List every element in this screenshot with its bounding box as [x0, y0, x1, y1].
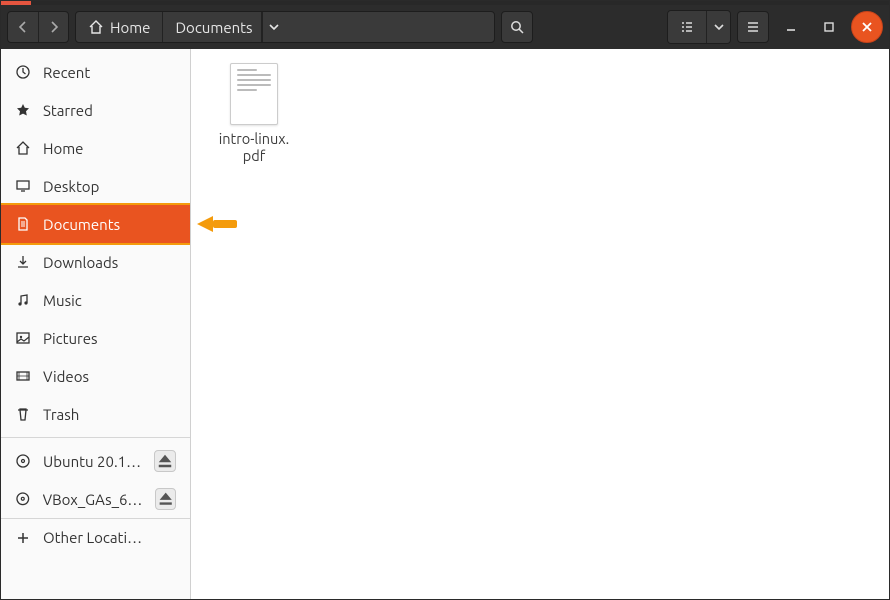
header-bar: Home Documents — [1, 5, 889, 49]
file-item[interactable]: intro-linux.pdf — [209, 63, 299, 164]
sidebar-item-videos[interactable]: Videos — [1, 357, 190, 395]
clock-icon — [15, 64, 31, 80]
window-minimize-button[interactable] — [775, 11, 807, 43]
sidebar-item-label: Other Locations — [43, 529, 143, 546]
sidebar-separator — [1, 437, 190, 438]
picture-icon — [15, 330, 31, 346]
sidebar-item-label: Home — [43, 140, 83, 157]
desktop-icon — [15, 178, 31, 194]
star-icon — [15, 102, 31, 118]
breadcrumb-documents[interactable]: Documents — [162, 12, 261, 42]
sidebar-item-label: VBox_GAs_6.… — [43, 491, 143, 508]
sidebar-item-label: Ubuntu 20.1… — [43, 453, 141, 470]
nav-group — [7, 11, 69, 43]
sidebar-item-desktop[interactable]: Desktop — [1, 167, 190, 205]
sidebar-item-starred[interactable]: Starred — [1, 91, 190, 129]
sidebar-item-label: Starred — [43, 102, 93, 119]
view-options-dropdown[interactable] — [706, 11, 730, 43]
breadcrumb-home-label: Home — [110, 19, 150, 36]
content-area[interactable]: intro-linux.pdf — [191, 49, 889, 599]
sidebar-item-label: Downloads — [43, 254, 118, 271]
sidebar-item-label: Recent — [43, 64, 90, 81]
home-icon — [88, 19, 104, 35]
window-maximize-button[interactable] — [813, 11, 845, 43]
file-label: intro-linux.pdf — [219, 131, 289, 164]
view-toggle-group — [667, 10, 731, 44]
sidebar-item-label: Pictures — [43, 330, 98, 347]
sidebar-item-downloads[interactable]: Downloads — [1, 243, 190, 281]
pdf-thumbnail-icon — [230, 63, 278, 125]
download-icon — [15, 254, 31, 270]
eject-button[interactable] — [155, 488, 176, 510]
home-icon — [15, 140, 31, 156]
breadcrumb-documents-label: Documents — [175, 19, 252, 36]
search-button[interactable] — [501, 11, 533, 43]
sidebar-item-label: Trash — [43, 406, 79, 423]
sidebar-item-pictures[interactable]: Pictures — [1, 319, 190, 357]
view-list-button[interactable] — [668, 11, 706, 43]
sidebar-item-music[interactable]: Music — [1, 281, 190, 319]
sidebar-item-documents[interactable]: Documents — [1, 205, 190, 243]
plus-icon — [15, 530, 31, 546]
trash-icon — [15, 406, 31, 422]
eject-button[interactable] — [154, 450, 176, 472]
music-icon — [15, 292, 31, 308]
back-button[interactable] — [8, 12, 38, 42]
window-close-button[interactable] — [851, 11, 883, 43]
sidebar-item-home[interactable]: Home — [1, 129, 190, 167]
disc-icon — [15, 453, 31, 469]
breadcrumb-dropdown[interactable] — [262, 12, 286, 42]
sidebar-item-label: Music — [43, 292, 82, 309]
sidebar-item-trash[interactable]: Trash — [1, 395, 190, 433]
forward-button[interactable] — [38, 12, 68, 42]
video-icon — [15, 368, 31, 384]
sidebar-item-recent[interactable]: Recent — [1, 53, 190, 91]
breadcrumb-home[interactable]: Home — [76, 12, 162, 42]
document-icon — [15, 216, 31, 232]
sidebar-item-vboxgas[interactable]: VBox_GAs_6.… — [1, 480, 190, 518]
sidebar: Recent Starred Home Desktop Documents Downloa… — [1, 49, 191, 599]
sidebar-item-label: Desktop — [43, 178, 99, 195]
disc-icon — [15, 491, 31, 507]
sidebar-item-label: Videos — [43, 368, 89, 385]
hamburger-menu-button[interactable] — [737, 11, 769, 43]
sidebar-item-label: Documents — [43, 216, 120, 233]
sidebar-item-other-locations[interactable]: Other Locations — [1, 518, 190, 556]
path-bar: Home Documents — [75, 11, 495, 43]
sidebar-item-ubuntu[interactable]: Ubuntu 20.1… — [1, 442, 190, 480]
